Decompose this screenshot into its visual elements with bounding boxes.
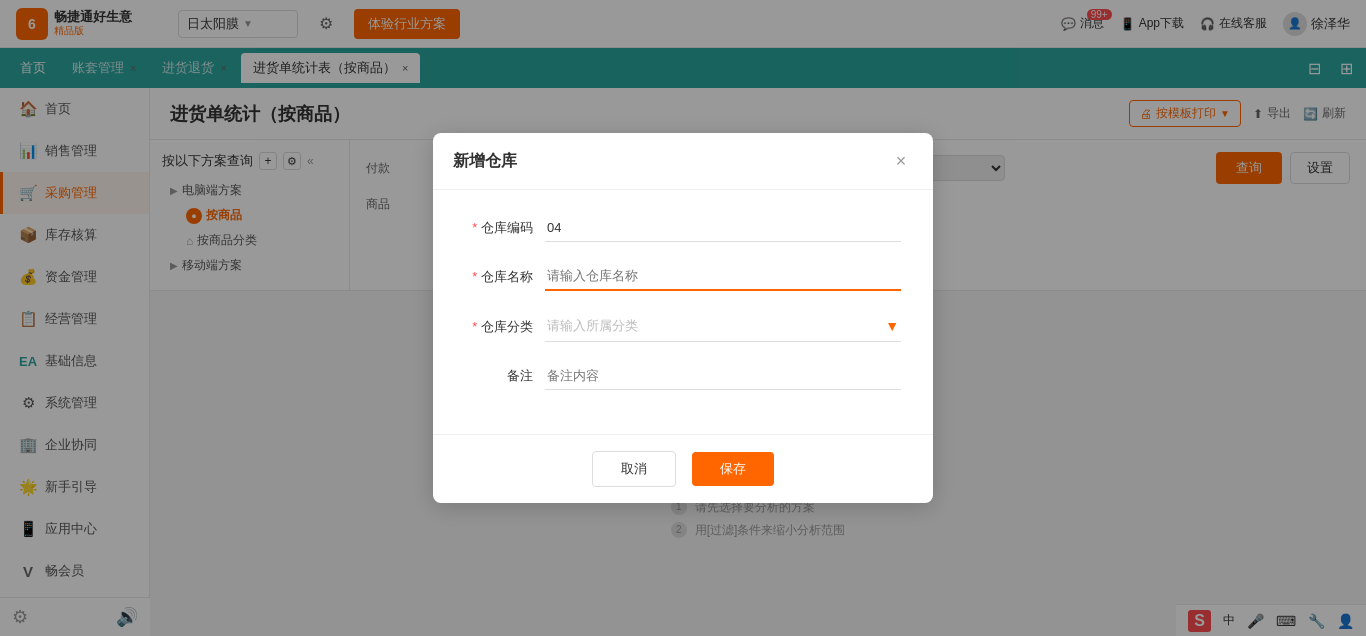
- notes-label: 备注: [465, 367, 545, 385]
- cancel-button[interactable]: 取消: [592, 451, 676, 487]
- modal-title: 新增仓库: [453, 151, 517, 172]
- save-button[interactable]: 保存: [692, 452, 774, 486]
- code-required-mark: *: [472, 220, 477, 235]
- name-required-mark: *: [472, 269, 477, 284]
- warehouse-name-input[interactable]: [545, 262, 901, 291]
- notes-label-text: 备注: [507, 368, 533, 383]
- code-label-text: 仓库编码: [481, 220, 533, 235]
- new-warehouse-modal: 新增仓库 × * 仓库编码 * 仓库名称: [433, 133, 933, 503]
- category-placeholder: 请输入所属分类: [547, 317, 638, 335]
- modal-header: 新增仓库 ×: [433, 133, 933, 190]
- name-label: * 仓库名称: [465, 268, 545, 286]
- form-row-notes: 备注: [465, 362, 901, 390]
- modal-footer: 取消 保存: [433, 434, 933, 503]
- category-label-text: 仓库分类: [481, 319, 533, 334]
- warehouse-code-input[interactable]: [545, 214, 901, 242]
- category-label: * 仓库分类: [465, 318, 545, 336]
- modal-body: * 仓库编码 * 仓库名称 * 仓库分类 请输入所属: [433, 190, 933, 434]
- category-dropdown-icon: ▼: [885, 318, 899, 334]
- modal-overlay[interactable]: 新增仓库 × * 仓库编码 * 仓库名称: [0, 0, 1366, 636]
- form-row-code: * 仓库编码: [465, 214, 901, 242]
- form-row-name: * 仓库名称: [465, 262, 901, 291]
- name-label-text: 仓库名称: [481, 269, 533, 284]
- form-row-category: * 仓库分类 请输入所属分类 ▼: [465, 311, 901, 342]
- category-required-mark: *: [472, 319, 477, 334]
- code-label: * 仓库编码: [465, 219, 545, 237]
- warehouse-notes-input[interactable]: [545, 362, 901, 390]
- modal-close-button[interactable]: ×: [889, 149, 913, 173]
- warehouse-category-select[interactable]: 请输入所属分类 ▼: [545, 311, 901, 342]
